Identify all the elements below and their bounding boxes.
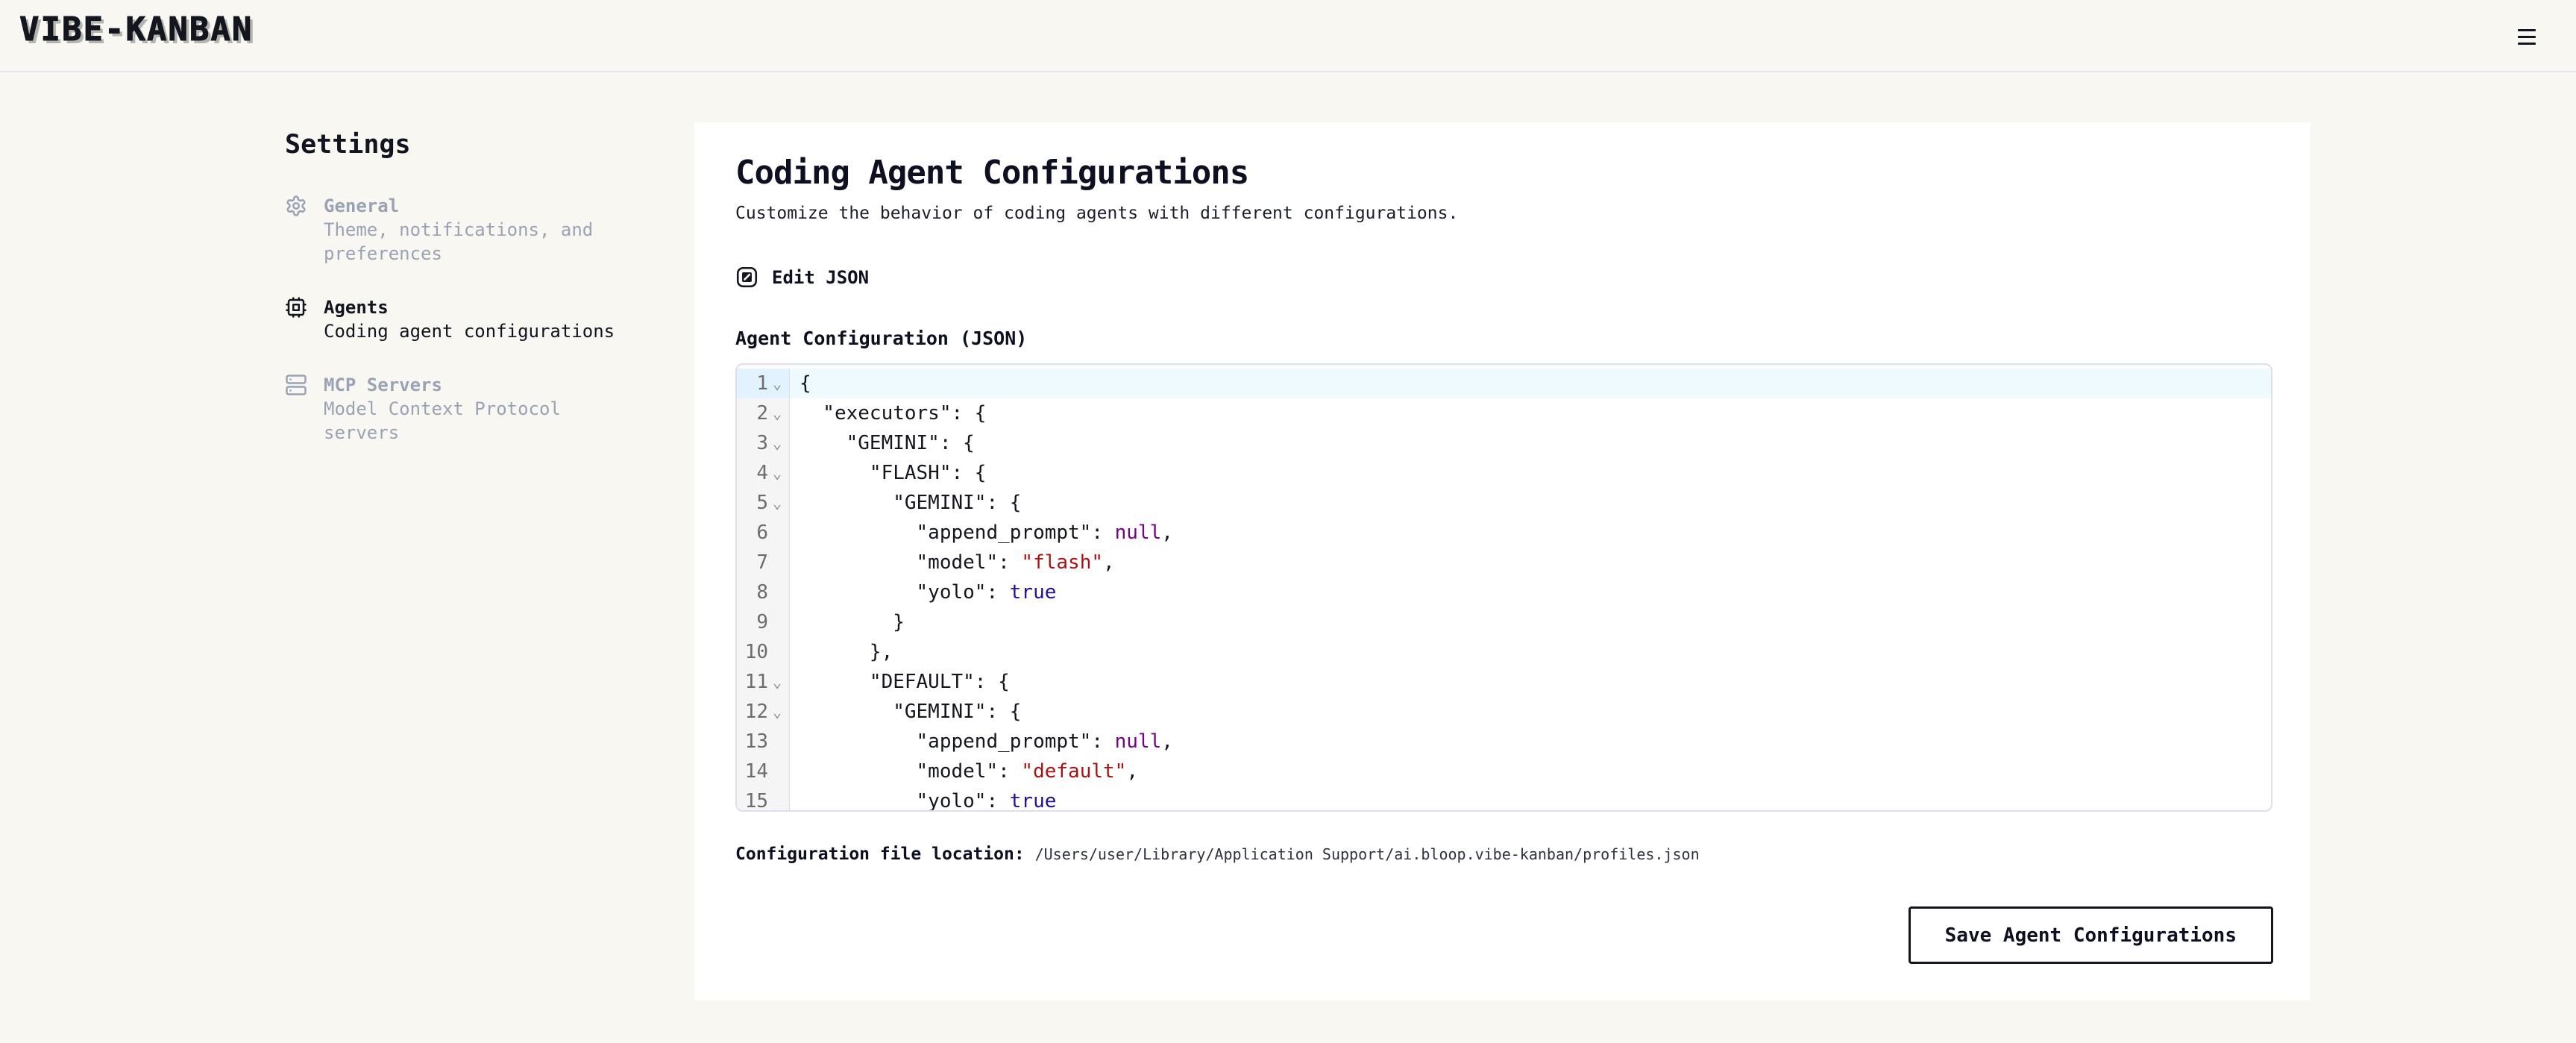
line-number: 3 bbox=[756, 432, 768, 454]
code-line[interactable]: 9 } bbox=[737, 607, 2271, 637]
line-number: 11 bbox=[744, 671, 768, 693]
line-number-gutter: 1 ⌄ bbox=[737, 369, 790, 398]
settings-nav: General Theme, notifications, and prefer… bbox=[285, 194, 643, 445]
fold-chevron-icon[interactable]: ⌄ bbox=[768, 667, 786, 697]
line-number: 7 bbox=[756, 551, 768, 574]
code-line-content: "yolo": true bbox=[799, 790, 1057, 812]
save-agent-configurations-button[interactable]: Save Agent Configurations bbox=[1908, 906, 2273, 964]
code-line[interactable]: 4 ⌄ "FLASH": { bbox=[737, 458, 2271, 488]
line-number: 9 bbox=[756, 611, 768, 633]
code-line[interactable]: 11 ⌄ "DEFAULT": { bbox=[737, 667, 2271, 697]
code-line[interactable]: 12 ⌄ "GEMINI": { bbox=[737, 697, 2271, 727]
code-line[interactable]: 2 ⌄ "executors": { bbox=[737, 398, 2271, 428]
code-line-content: "GEMINI": { bbox=[799, 701, 1022, 723]
edit-json-label: Edit JSON bbox=[772, 266, 870, 288]
server-icon bbox=[285, 374, 307, 396]
json-code-editor[interactable]: 1 ⌄{2 ⌄ "executors": {3 ⌄ "GEMINI": {4 ⌄ "FL… bbox=[735, 363, 2272, 812]
line-number-gutter: 8 bbox=[737, 577, 790, 607]
line-number-gutter: 6 bbox=[737, 518, 790, 548]
hamburger-icon bbox=[2518, 28, 2536, 31]
line-number: 5 bbox=[756, 492, 768, 514]
sidebar-item-label: MCP Servers bbox=[324, 375, 442, 395]
line-number-gutter: 5 ⌄ bbox=[737, 488, 790, 518]
code-line-content: "executors": { bbox=[799, 402, 987, 425]
code-line-content: "model": "default", bbox=[799, 760, 1138, 783]
line-number-gutter: 15 bbox=[737, 786, 790, 812]
code-line-content: "append_prompt": null, bbox=[799, 522, 1173, 544]
code-editor-lines: 1 ⌄{2 ⌄ "executors": {3 ⌄ "GEMINI": {4 ⌄ "FL… bbox=[737, 365, 2271, 812]
line-number-gutter: 12 ⌄ bbox=[737, 697, 790, 727]
sidebar-item-description: Theme, notifications, and preferences bbox=[324, 219, 594, 264]
file-location-row: Configuration file location: /Users/user… bbox=[735, 843, 2272, 865]
line-number: 12 bbox=[744, 701, 768, 723]
line-number: 1 bbox=[756, 372, 768, 395]
code-line-content: "GEMINI": { bbox=[799, 432, 975, 454]
line-number: 6 bbox=[756, 522, 768, 544]
cpu-icon bbox=[285, 296, 307, 319]
main-panel: Coding Agent Configurations Customize th… bbox=[694, 122, 2310, 1000]
code-line-content: "model": "flash", bbox=[799, 551, 1115, 574]
code-line[interactable]: 1 ⌄{ bbox=[737, 369, 2271, 398]
code-line[interactable]: 5 ⌄ "GEMINI": { bbox=[737, 488, 2271, 518]
line-number-gutter: 13 bbox=[737, 727, 790, 757]
line-number-gutter: 14 bbox=[737, 757, 790, 786]
settings-sidebar: Settings General Theme, notifications, a… bbox=[285, 128, 643, 474]
fold-chevron-icon[interactable]: ⌄ bbox=[768, 458, 786, 488]
code-line-content: }, bbox=[799, 641, 893, 663]
line-number-gutter: 4 ⌄ bbox=[737, 458, 790, 488]
sidebar-item-description: Coding agent configurations bbox=[324, 321, 615, 342]
fold-chevron-icon[interactable]: ⌄ bbox=[768, 398, 786, 428]
line-number-gutter: 7 bbox=[737, 548, 790, 577]
code-line[interactable]: 7 "model": "flash", bbox=[737, 548, 2271, 577]
app-header: VIBE-KANBAN bbox=[0, 0, 2576, 72]
fold-chevron-icon[interactable]: ⌄ bbox=[768, 488, 786, 518]
code-line-content: "DEFAULT": { bbox=[799, 671, 1010, 693]
sidebar-item-agents[interactable]: Agents Coding agent configurations bbox=[285, 295, 643, 343]
sidebar-item-label: General bbox=[324, 195, 400, 216]
line-number-gutter: 3 ⌄ bbox=[737, 428, 790, 458]
editor-label: Agent Configuration (JSON) bbox=[735, 328, 1028, 349]
app-logo[interactable]: VIBE-KANBAN bbox=[19, 10, 253, 49]
fold-chevron-icon[interactable]: ⌄ bbox=[768, 369, 786, 398]
code-line-content: "FLASH": { bbox=[799, 462, 987, 484]
sidebar-title: Settings bbox=[285, 130, 411, 160]
page-title: Coding Agent Configurations bbox=[735, 154, 1249, 192]
menu-button[interactable] bbox=[2516, 25, 2540, 48]
sidebar-item-general[interactable]: General Theme, notifications, and prefer… bbox=[285, 194, 643, 266]
line-number: 13 bbox=[744, 730, 768, 753]
line-number: 15 bbox=[744, 790, 768, 812]
line-number: 10 bbox=[744, 641, 768, 663]
line-number-gutter: 10 bbox=[737, 637, 790, 667]
code-line-content: "append_prompt": null, bbox=[799, 730, 1173, 753]
code-line-content: { bbox=[790, 369, 2271, 398]
file-location-label: Configuration file location: bbox=[735, 845, 1025, 864]
line-number: 8 bbox=[756, 581, 768, 604]
line-number: 4 bbox=[756, 462, 768, 484]
line-number: 14 bbox=[744, 760, 768, 783]
sidebar-item-mcp-servers[interactable]: MCP Servers Model Context Protocol serve… bbox=[285, 373, 643, 445]
code-line-content: "GEMINI": { bbox=[799, 492, 1022, 514]
line-number: 2 bbox=[756, 402, 768, 425]
fold-chevron-icon[interactable]: ⌄ bbox=[768, 428, 786, 458]
square-pen-icon bbox=[736, 266, 758, 288]
code-line-content: "yolo": true bbox=[799, 581, 1057, 604]
code-line[interactable]: 10 }, bbox=[737, 637, 2271, 667]
fold-chevron-icon[interactable]: ⌄ bbox=[768, 697, 786, 727]
code-line[interactable]: 3 ⌄ "GEMINI": { bbox=[737, 428, 2271, 458]
code-line[interactable]: 8 "yolo": true bbox=[737, 577, 2271, 607]
code-line[interactable]: 15 "yolo": true bbox=[737, 786, 2271, 812]
sidebar-item-description: Model Context Protocol servers bbox=[324, 398, 561, 443]
line-number-gutter: 2 ⌄ bbox=[737, 398, 790, 428]
line-number-gutter: 9 bbox=[737, 607, 790, 637]
gear-icon bbox=[285, 195, 307, 217]
code-line[interactable]: 6 "append_prompt": null, bbox=[737, 518, 2271, 548]
code-line[interactable]: 14 "model": "default", bbox=[737, 757, 2271, 786]
code-line[interactable]: 13 "append_prompt": null, bbox=[737, 727, 2271, 757]
file-location-path: /Users/user/Library/Application Support/… bbox=[1034, 845, 1700, 863]
page-subtitle: Customize the behavior of coding agents … bbox=[735, 204, 1459, 223]
sidebar-item-label: Agents bbox=[324, 297, 389, 318]
code-line-content: } bbox=[799, 611, 905, 633]
edit-json-toggle[interactable]: Edit JSON bbox=[735, 266, 869, 289]
line-number-gutter: 11 ⌄ bbox=[737, 667, 790, 697]
